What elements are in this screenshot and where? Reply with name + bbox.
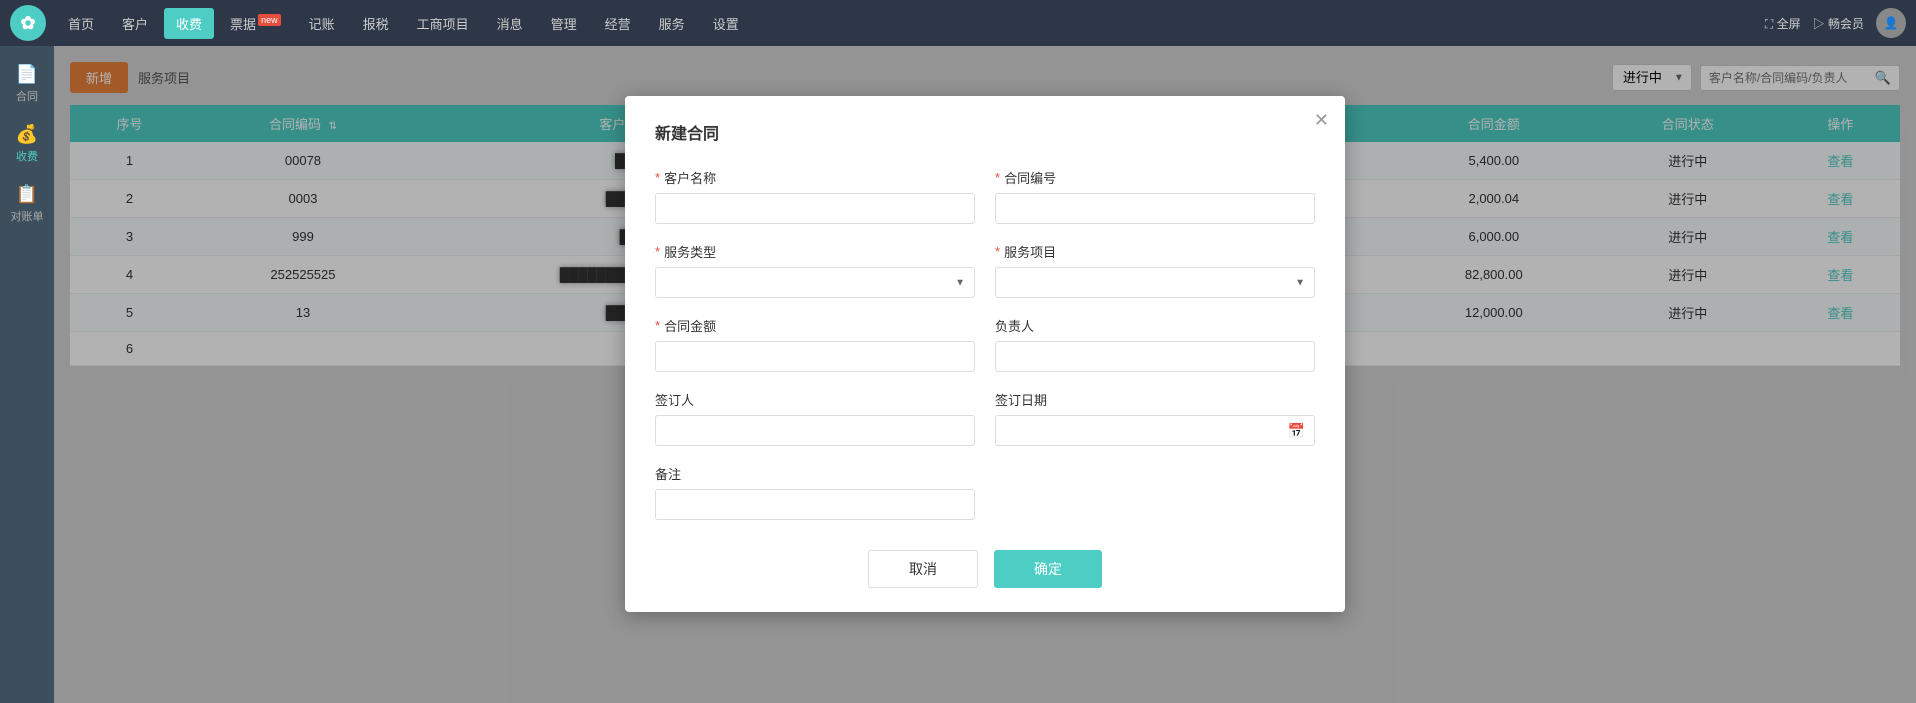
label-service-type: *服务类型 bbox=[655, 242, 975, 261]
field-customer-name: *客户名称 bbox=[655, 168, 975, 224]
nav-bookkeeping[interactable]: 记账 bbox=[297, 8, 347, 39]
nav-manage[interactable]: 管理 bbox=[539, 8, 589, 39]
user-avatar[interactable]: 👤 bbox=[1876, 8, 1906, 38]
label-notes: 备注 bbox=[655, 464, 975, 483]
nav-settings[interactable]: 设置 bbox=[701, 8, 751, 39]
label-contract-amount: *合同金额 bbox=[655, 316, 975, 335]
input-contract-amount[interactable]: 0.00 bbox=[655, 341, 975, 372]
nav-business[interactable]: 工商项目 bbox=[405, 8, 481, 39]
top-nav-right: ⛶ 全屏 ▷ 畅会员 👤 bbox=[1765, 8, 1906, 38]
field-contract-amount: *合同金额 0.00 bbox=[655, 316, 975, 372]
service-type-select-wrapper bbox=[655, 267, 975, 298]
form-row-2: *服务类型 *服务项目 bbox=[655, 242, 1315, 298]
sidebar-label-reconcile: 对账单 bbox=[11, 208, 44, 224]
label-contract-no: *合同编号 bbox=[995, 168, 1315, 187]
charge-icon: 💰 bbox=[16, 124, 38, 145]
nav-service[interactable]: 服务 bbox=[647, 8, 697, 39]
top-navigation: ✿ 首页 客户 收费 票据new 记账 报税 工商项目 消息 管理 经营 服务 … bbox=[0, 0, 1916, 46]
field-contract-no: *合同编号 bbox=[995, 168, 1315, 224]
sidebar-item-reconcile[interactable]: 📋 对账单 bbox=[0, 176, 54, 232]
dialog-footer: 取消 确定 bbox=[655, 550, 1315, 588]
member-button[interactable]: ▷ 畅会员 bbox=[1813, 15, 1864, 32]
new-contract-dialog: 新建合同 ✕ *客户名称 *合同编号 bbox=[625, 96, 1345, 612]
sidebar-label-contract: 合同 bbox=[16, 88, 38, 104]
left-sidebar: 📄 合同 💰 收费 📋 对账单 bbox=[0, 46, 54, 703]
service-item-select-wrapper bbox=[995, 267, 1315, 298]
reconcile-icon: 📋 bbox=[16, 184, 38, 205]
select-service-type[interactable] bbox=[655, 267, 975, 298]
nav-home[interactable]: 首页 bbox=[56, 8, 106, 39]
sidebar-item-charge[interactable]: 💰 收费 bbox=[0, 116, 54, 172]
nav-charge[interactable]: 收费 bbox=[164, 8, 214, 39]
sidebar-item-contract[interactable]: 📄 合同 bbox=[0, 56, 54, 112]
confirm-button[interactable]: 确定 bbox=[994, 550, 1102, 588]
label-service-item: *服务项目 bbox=[995, 242, 1315, 261]
form-row-4: 签订人 签订日期 2023-06-06 📅 bbox=[655, 390, 1315, 446]
nav-menu: 首页 客户 收费 票据new 记账 报税 工商项目 消息 管理 经营 服务 设置 bbox=[56, 8, 1765, 39]
form-row-5: 备注 bbox=[655, 464, 1315, 520]
field-signer: 签订人 bbox=[655, 390, 975, 446]
nav-message[interactable]: 消息 bbox=[485, 8, 535, 39]
nav-ticket[interactable]: 票据new bbox=[218, 8, 293, 39]
input-customer-name[interactable] bbox=[655, 193, 975, 224]
label-signer: 签订人 bbox=[655, 390, 975, 409]
field-service-item: *服务项目 bbox=[995, 242, 1315, 298]
field-notes: 备注 bbox=[655, 464, 975, 520]
nav-operation[interactable]: 经营 bbox=[593, 8, 643, 39]
cancel-button[interactable]: 取消 bbox=[868, 550, 978, 588]
calendar-icon[interactable]: 📅 bbox=[1288, 422, 1305, 439]
label-sign-date: 签订日期 bbox=[995, 390, 1315, 409]
input-sign-date[interactable]: 2023-06-06 bbox=[995, 415, 1315, 446]
input-notes[interactable] bbox=[655, 489, 975, 520]
input-owner[interactable] bbox=[995, 341, 1315, 372]
label-customer-name: *客户名称 bbox=[655, 168, 975, 187]
main-content: 新增 服务项目 进行中 全部 已完成 已终止 🔍 bbox=[54, 46, 1916, 703]
app-logo: ✿ bbox=[10, 5, 46, 41]
dialog-overlay: 新建合同 ✕ *客户名称 *合同编号 bbox=[54, 46, 1916, 703]
field-sign-date: 签订日期 2023-06-06 📅 bbox=[995, 390, 1315, 446]
sign-date-wrapper: 2023-06-06 📅 bbox=[995, 415, 1315, 446]
field-owner: 负责人 bbox=[995, 316, 1315, 372]
field-service-type: *服务类型 bbox=[655, 242, 975, 298]
fullscreen-button[interactable]: ⛶ 全屏 bbox=[1765, 15, 1801, 32]
nav-tax[interactable]: 报税 bbox=[351, 8, 401, 39]
input-signer[interactable] bbox=[655, 415, 975, 446]
label-owner: 负责人 bbox=[995, 316, 1315, 335]
select-service-item[interactable] bbox=[995, 267, 1315, 298]
input-contract-no[interactable] bbox=[995, 193, 1315, 224]
sidebar-label-charge: 收费 bbox=[16, 148, 38, 164]
nav-customer[interactable]: 客户 bbox=[110, 8, 160, 39]
contract-icon: 📄 bbox=[16, 64, 38, 85]
form-row-3: *合同金额 0.00 负责人 bbox=[655, 316, 1315, 372]
form-row-1: *客户名称 *合同编号 bbox=[655, 168, 1315, 224]
main-layout: 📄 合同 💰 收费 📋 对账单 新增 服务项目 进行中 全部 已完成 bbox=[0, 46, 1916, 703]
dialog-close-button[interactable]: ✕ bbox=[1314, 110, 1329, 131]
dialog-title: 新建合同 bbox=[655, 120, 1315, 144]
